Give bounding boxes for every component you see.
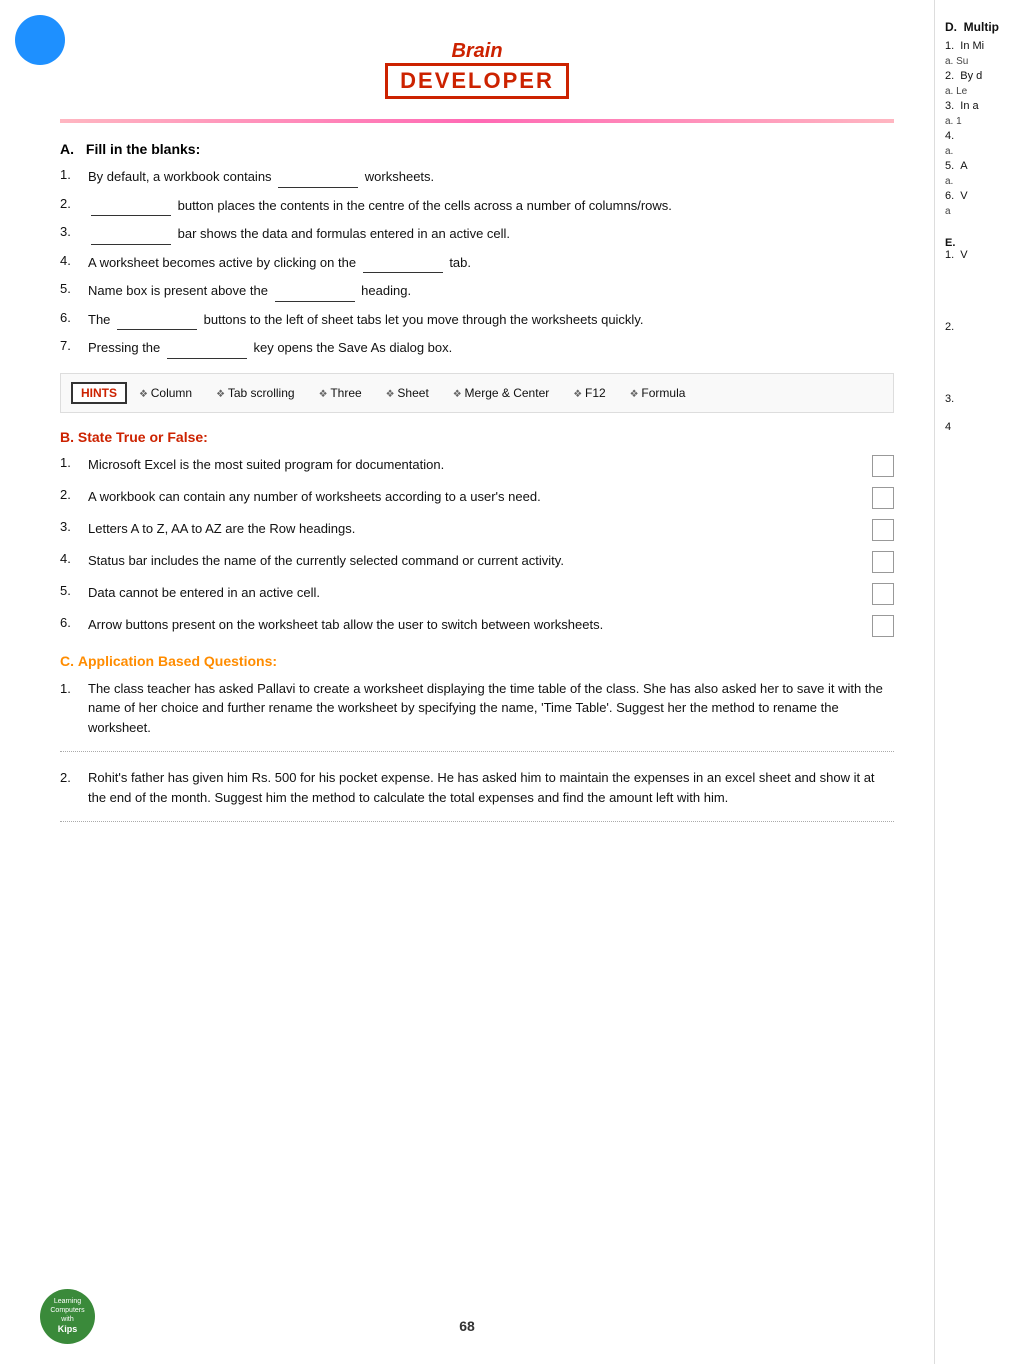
right-d-q4a: a. — [945, 146, 1014, 157]
fill-blank-q2: 2. button places the contents in the cen… — [60, 196, 894, 217]
page-number-container: 68 — [459, 1318, 475, 1336]
blank-6 — [117, 310, 197, 331]
section-c-header: C. Application Based Questions: — [60, 653, 894, 669]
section-a-header: A. Fill in the blanks: — [60, 141, 894, 157]
section-a: A. Fill in the blanks: 1. By default, a … — [60, 141, 894, 359]
blank-4 — [363, 253, 443, 274]
right-d-q3: 3. In a — [945, 100, 1014, 112]
app-q2: 2. Rohit's father has given him Rs. 500 … — [60, 768, 894, 807]
true-false-list: 1. Microsoft Excel is the most suited pr… — [60, 455, 894, 637]
section-c: C. Application Based Questions: 1. The c… — [60, 653, 894, 823]
right-d-q5a: a. — [945, 176, 1014, 187]
footer: Learning Computers with Kips — [40, 1289, 95, 1344]
hint-column: Column — [139, 386, 192, 400]
blue-circle-decoration — [15, 15, 65, 65]
section-b: B. State True or False: 1. Microsoft Exc… — [60, 429, 894, 637]
fill-blank-q6: 6. The buttons to the left of sheet tabs… — [60, 310, 894, 331]
blank-3 — [91, 224, 171, 245]
tf-q4: 4. Status bar includes the name of the c… — [60, 551, 894, 573]
right-d-q2: 2. By d — [945, 70, 1014, 82]
page-container: Brain DEVELOPER A. Fill in the blanks: 1… — [0, 0, 1024, 1364]
right-section-e-label: E. — [945, 237, 1014, 249]
right-page-content: D. Multip 1. In Mi a. Su 2. By d a. Le 3… — [945, 20, 1014, 433]
hint-f12: F12 — [573, 386, 605, 400]
right-d-q4: 4. — [945, 130, 1014, 142]
fill-blank-q5: 5. Name box is present above the heading… — [60, 281, 894, 302]
tf-checkbox-3 — [872, 519, 894, 541]
fill-blank-q3: 3. bar shows the data and formulas enter… — [60, 224, 894, 245]
dotted-separator-1 — [60, 751, 894, 752]
tf-q5: 5. Data cannot be entered in an active c… — [60, 583, 894, 605]
right-d-q1a: a. Su — [945, 56, 1014, 67]
tf-q6: 6. Arrow buttons present on the workshee… — [60, 615, 894, 637]
fill-blank-q7: 7. Pressing the key opens the Save As di… — [60, 338, 894, 359]
right-d-q3a: a. 1 — [945, 116, 1014, 127]
hint-sheet: Sheet — [386, 386, 429, 400]
fill-blanks-list: 1. By default, a workbook contains works… — [60, 167, 894, 359]
tf-q1: 1. Microsoft Excel is the most suited pr… — [60, 455, 894, 477]
right-e-q1: 1. V — [945, 249, 1014, 261]
app-q1: 1. The class teacher has asked Pallavi t… — [60, 679, 894, 738]
blank-1 — [278, 167, 358, 188]
right-section-num3: 3. 4 — [945, 393, 1014, 433]
section-b-header: B. State True or False: — [60, 429, 894, 445]
tf-checkbox-4 — [872, 551, 894, 573]
hint-formula: Formula — [630, 386, 686, 400]
main-page: Brain DEVELOPER A. Fill in the blanks: 1… — [0, 0, 934, 1364]
hints-row: HINTS Column Tab scrolling Three Sheet M… — [60, 373, 894, 413]
right-section-d: D. Multip — [945, 20, 1014, 34]
brain-title: Brain — [60, 40, 894, 63]
decorative-line — [60, 119, 894, 123]
developer-title: DEVELOPER — [385, 63, 569, 99]
tf-checkbox-5 — [872, 583, 894, 605]
tf-checkbox-1 — [872, 455, 894, 477]
dotted-separator-2 — [60, 821, 894, 822]
right-d-q5: 5. A — [945, 160, 1014, 172]
right-section-num2: 2. — [945, 321, 1014, 333]
section-c-title: Application Based Questions: — [78, 653, 277, 669]
section-b-letter: B. — [60, 429, 74, 445]
fill-blank-q4: 4. A worksheet becomes active by clickin… — [60, 253, 894, 274]
tf-q2: 2. A workbook can contain any number of … — [60, 487, 894, 509]
blank-7 — [167, 338, 247, 359]
right-d-q2a: a. Le — [945, 86, 1014, 97]
footer-logo: Learning Computers with Kips — [40, 1289, 95, 1344]
section-b-title: State True or False: — [78, 429, 208, 445]
blank-2 — [91, 196, 171, 217]
right-d-q6a: a — [945, 206, 1014, 217]
hint-three: Three — [319, 386, 362, 400]
right-d-q1: 1. In Mi — [945, 40, 1014, 52]
section-c-letter: C. — [60, 653, 74, 669]
blank-5 — [275, 281, 355, 302]
hint-merge-center: Merge & Center — [453, 386, 549, 400]
fill-blank-q1: 1. By default, a workbook contains works… — [60, 167, 894, 188]
hint-tab-scrolling: Tab scrolling — [216, 386, 294, 400]
right-page: D. Multip 1. In Mi a. Su 2. By d a. Le 3… — [934, 0, 1024, 1364]
footer-logo-text: Learning Computers with Kips — [45, 1297, 90, 1336]
tf-checkbox-6 — [872, 615, 894, 637]
tf-q3: 3. Letters A to Z, AA to AZ are the Row … — [60, 519, 894, 541]
right-d-q6: 6. V — [945, 190, 1014, 202]
hints-label: HINTS — [71, 382, 127, 404]
page-number: 68 — [459, 1318, 475, 1334]
brain-developer-title: Brain DEVELOPER — [60, 40, 894, 99]
tf-checkbox-2 — [872, 487, 894, 509]
